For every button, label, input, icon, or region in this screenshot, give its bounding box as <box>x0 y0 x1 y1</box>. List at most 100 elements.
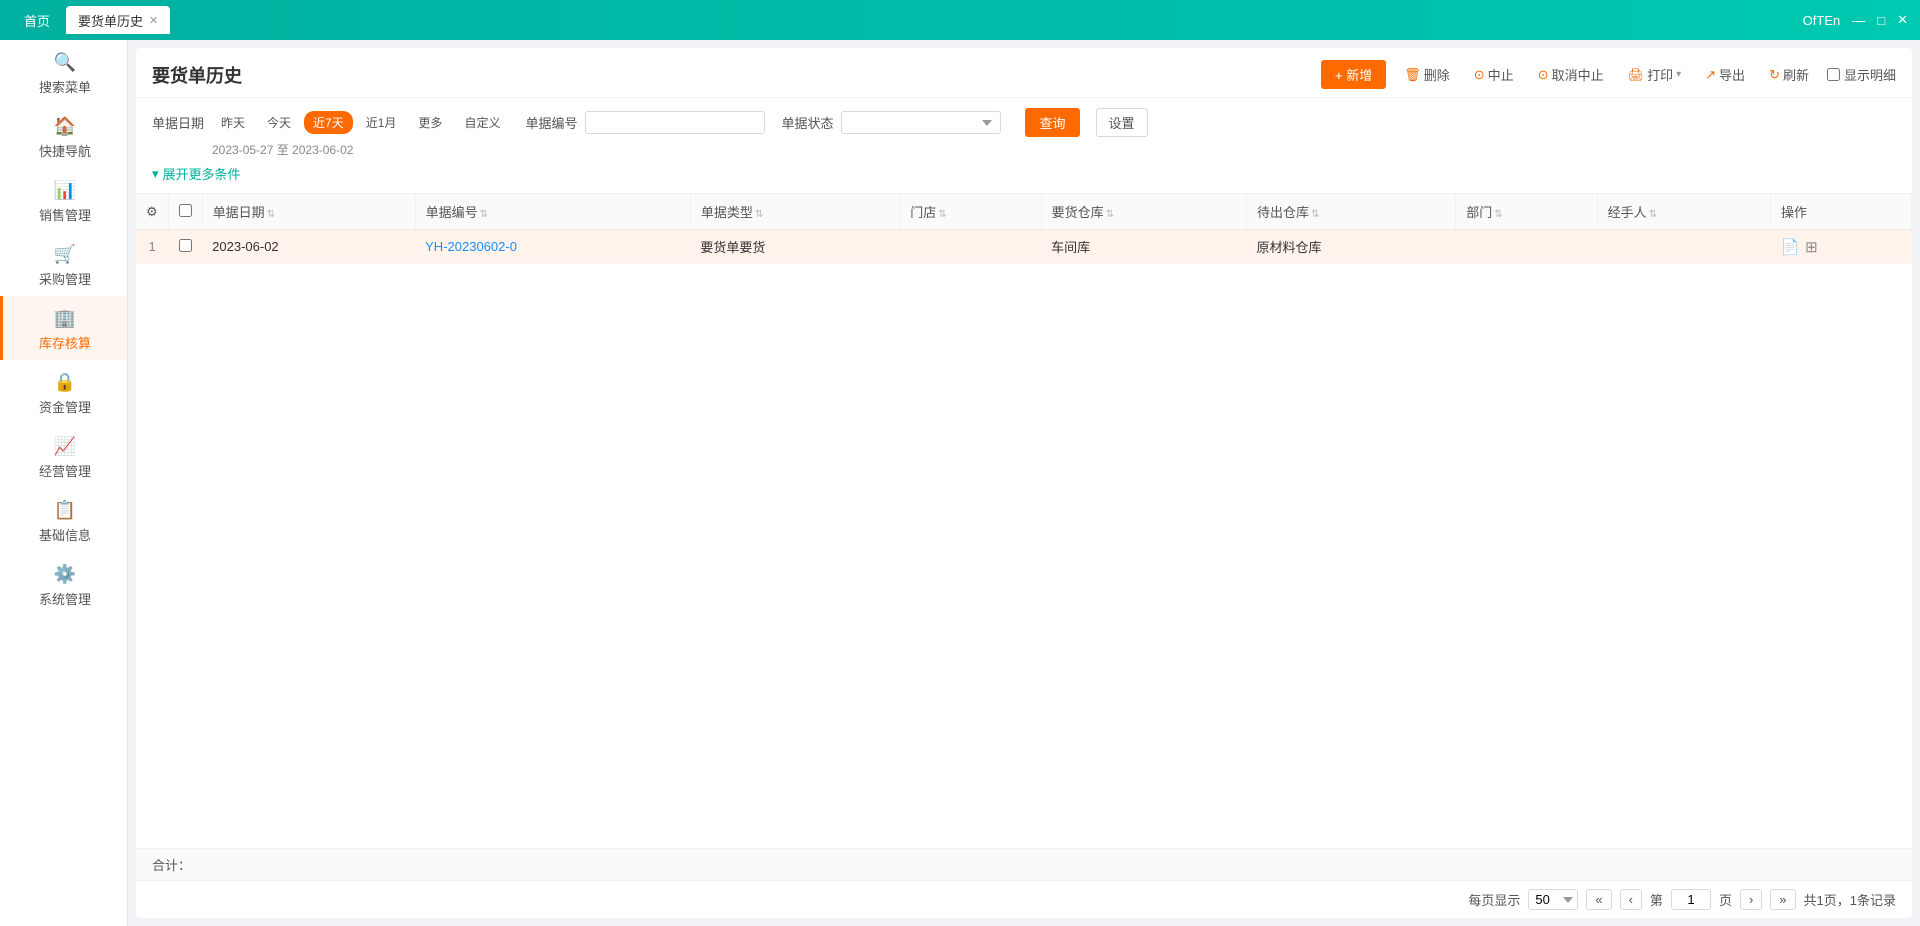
th-action-label: 操作 <box>1781 205 1807 220</box>
table-row[interactable]: 1 2023-06-02 YH-20230602-0 要货单要货 车间库 原材料… <box>136 230 1912 264</box>
toolbar: + 新增 🗑 删除 ⊙ 中止 ⊙ 取消中止 🖨 打印 ▾ <box>1321 60 1896 89</box>
refresh-button[interactable]: ↻ 刷新 <box>1763 61 1815 88</box>
doc-number-input[interactable] <box>585 111 765 134</box>
top-bar-right: OfTEn — □ ✕ <box>1803 12 1908 28</box>
edit-icon[interactable]: 📄 <box>1780 238 1799 256</box>
row-department <box>1456 230 1597 264</box>
sidebar-item-basic-info[interactable]: 📋 基础信息 <box>0 488 127 552</box>
sidebar-item-purchase-mgmt[interactable]: 🛒 采购管理 <box>0 232 127 296</box>
th-type-label: 单据类型 <box>701 205 753 220</box>
sort-req-warehouse-icon: ⇅ <box>1106 209 1114 220</box>
sidebar-item-quick-label: 快捷导航 <box>39 141 91 160</box>
window-minimize[interactable]: — <box>1852 13 1865 28</box>
print-button[interactable]: 🖨 打印 ▾ <box>1622 61 1688 88</box>
more-icon[interactable]: ⊞ <box>1805 238 1818 256</box>
quick-nav-icon: 🏠 <box>54 116 76 137</box>
date-btn-custom[interactable]: 自定义 <box>455 111 509 134</box>
row-number-link[interactable]: YH-20230602-0 <box>425 239 517 254</box>
show-detail-label: 显示明细 <box>1844 65 1896 84</box>
delete-button[interactable]: 🗑 删除 <box>1398 61 1456 88</box>
row-req-warehouse: 车间库 <box>1041 230 1246 264</box>
print-label: 打印 <box>1647 65 1673 84</box>
th-settings[interactable]: ⚙ <box>136 194 168 230</box>
expand-more-btn[interactable]: ▾ 展开更多条件 <box>152 164 1896 183</box>
row-pending-warehouse: 原材料仓库 <box>1246 230 1455 264</box>
sales-mgmt-icon: 📊 <box>54 180 76 201</box>
export-button[interactable]: ↗ 导出 <box>1699 61 1751 88</box>
sidebar-item-operations-mgmt[interactable]: 📈 经营管理 <box>0 424 127 488</box>
th-req-warehouse[interactable]: 要货仓库⇅ <box>1041 194 1246 230</box>
doc-date-label: 单据日期 <box>152 113 204 132</box>
doc-status-label: 单据状态 <box>781 113 833 132</box>
tab-requisition-history[interactable]: 要货单历史 ✕ <box>66 6 170 34</box>
date-btn-1month[interactable]: 近1月 <box>357 111 406 134</box>
sidebar-item-finance-label: 资金管理 <box>39 397 91 416</box>
date-range-text: 2023-05-27 至 2023-06-02 <box>212 143 353 157</box>
window-maximize[interactable]: □ <box>1877 13 1885 28</box>
sidebar-item-sales-label: 销售管理 <box>39 205 91 224</box>
date-btn-7days[interactable]: 近7天 <box>304 111 353 134</box>
settings-button[interactable]: 设置 <box>1096 108 1148 137</box>
filter-row: 单据日期 昨天 今天 近7天 近1月 更多 自定义 单据编号 <box>152 108 1896 137</box>
print-icon: 🖨 <box>1628 67 1645 83</box>
doc-status-select[interactable] <box>841 111 1001 134</box>
stop-button[interactable]: ⊙ 中止 <box>1468 61 1520 88</box>
new-button[interactable]: + 新增 <box>1321 60 1386 89</box>
row-date: 2023-06-02 <box>202 230 415 264</box>
cancel-stop-button[interactable]: ⊙ 取消中止 <box>1532 61 1610 88</box>
window-close[interactable]: ✕ <box>1897 12 1908 28</box>
sort-handler-icon: ⇅ <box>1649 209 1657 220</box>
date-btn-today[interactable]: 今天 <box>258 111 300 134</box>
search-menu-icon: 🔍 <box>54 52 76 73</box>
th-pending-warehouse[interactable]: 待出仓库⇅ <box>1246 194 1455 230</box>
operations-mgmt-icon: 📈 <box>54 436 76 457</box>
pagination-bar: 每页显示 50 10 20 100 « ‹ 第 页 › » 共1页，1条记录 <box>136 880 1912 918</box>
th-type[interactable]: 单据类型⇅ <box>690 194 899 230</box>
last-page-btn[interactable]: » <box>1770 889 1795 910</box>
sort-type-icon: ⇅ <box>755 209 763 220</box>
doc-number-label: 单据编号 <box>525 113 577 132</box>
basic-info-icon: 📋 <box>54 500 76 521</box>
date-btn-more[interactable]: 更多 <box>409 111 451 134</box>
date-filter-group: 单据日期 昨天 今天 近7天 近1月 更多 自定义 <box>152 111 509 134</box>
query-button[interactable]: 查询 <box>1025 108 1079 137</box>
sidebar-item-search-menu[interactable]: 🔍 搜索菜单 <box>0 40 127 104</box>
top-bar: 首页 要货单历史 ✕ OfTEn — □ ✕ <box>0 0 1920 40</box>
table-header-row: ⚙ 单据日期⇅ 单据编号⇅ 单据类型⇅ 门店⇅ 要货仓库⇅ 待出仓库⇅ 部门⇅ … <box>136 194 1912 230</box>
th-store[interactable]: 门店⇅ <box>900 194 1041 230</box>
delete-label: 删除 <box>1424 65 1450 84</box>
tab-close-icon[interactable]: ✕ <box>149 14 158 27</box>
th-department[interactable]: 部门⇅ <box>1456 194 1597 230</box>
th-handler[interactable]: 经手人⇅ <box>1597 194 1770 230</box>
sidebar-item-quick-nav[interactable]: 🏠 快捷导航 <box>0 104 127 168</box>
sidebar-item-sales-mgmt[interactable]: 📊 销售管理 <box>0 168 127 232</box>
th-checkbox[interactable] <box>168 194 202 230</box>
doc-status-filter-group: 单据状态 <box>781 111 1001 134</box>
show-detail-checkbox-wrapper[interactable]: 显示明细 <box>1827 65 1896 84</box>
sidebar-item-finance-mgmt[interactable]: 🔒 资金管理 <box>0 360 127 424</box>
th-department-label: 部门 <box>1466 205 1492 220</box>
main-layout: 🔍 搜索菜单 🏠 快捷导航 📊 销售管理 🛒 采购管理 🏢 库存核算 🔒 资金管… <box>0 40 1920 926</box>
th-date[interactable]: 单据日期⇅ <box>202 194 415 230</box>
th-date-label: 单据日期 <box>213 205 265 220</box>
select-all-checkbox[interactable] <box>179 204 192 217</box>
th-action: 操作 <box>1770 194 1911 230</box>
sidebar-item-system-mgmt[interactable]: ⚙️ 系统管理 <box>0 552 127 616</box>
row-checkbox-cell[interactable] <box>168 230 202 264</box>
next-page-btn[interactable]: › <box>1740 889 1762 910</box>
row-checkbox[interactable] <box>179 239 192 252</box>
per-page-select[interactable]: 50 10 20 100 <box>1528 889 1578 910</box>
show-detail-checkbox[interactable] <box>1827 68 1840 81</box>
content-area: 要货单历史 + 新增 🗑 删除 ⊙ 中止 ⊙ 取消中止 🖨 打印 <box>136 48 1912 918</box>
page-input[interactable] <box>1671 889 1711 910</box>
prev-page-btn[interactable]: ‹ <box>1620 889 1642 910</box>
th-number[interactable]: 单据编号⇅ <box>415 194 690 230</box>
refresh-label: 刷新 <box>1783 65 1809 84</box>
sidebar-item-inventory[interactable]: 🏢 库存核算 <box>0 296 127 360</box>
first-page-btn[interactable]: « <box>1586 889 1611 910</box>
row-handler <box>1597 230 1770 264</box>
tab-home-label: 首页 <box>24 11 50 30</box>
tab-home[interactable]: 首页 <box>12 6 62 34</box>
sidebar-item-purchase-label: 采购管理 <box>39 269 91 288</box>
date-btn-yesterday[interactable]: 昨天 <box>212 111 254 134</box>
